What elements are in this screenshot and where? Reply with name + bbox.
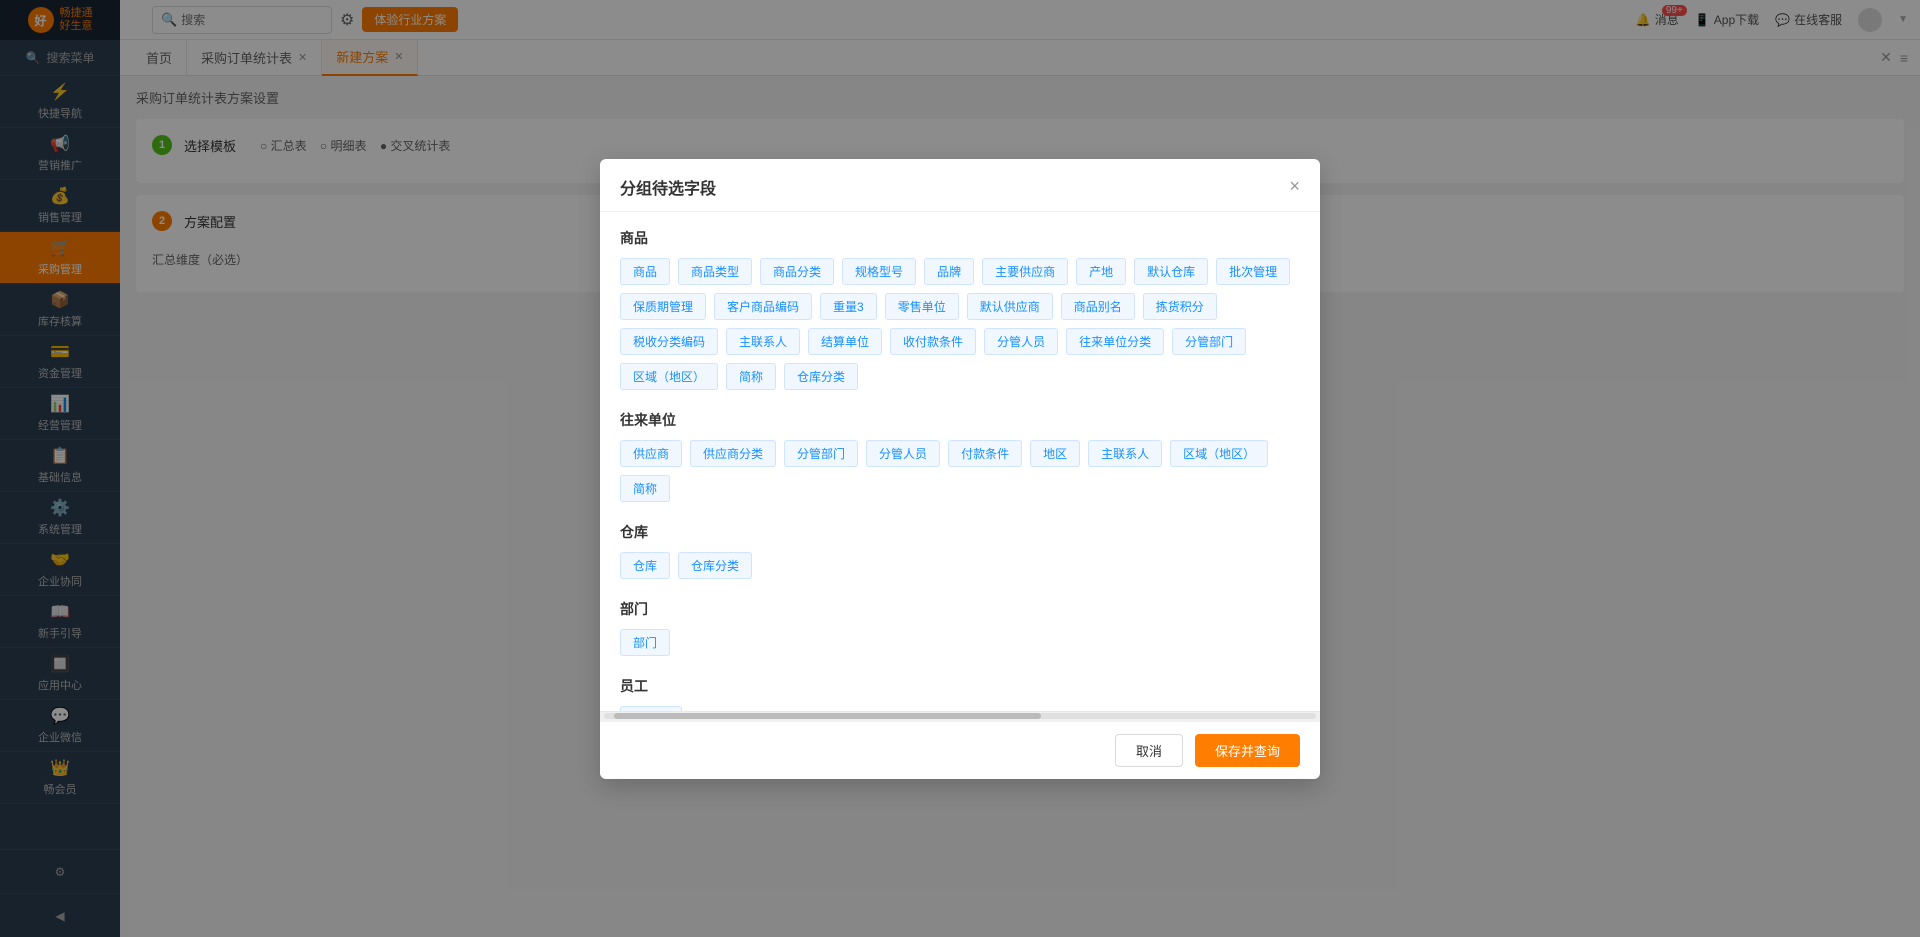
field-tag[interactable]: 主联系人 xyxy=(726,328,800,355)
field-tag[interactable]: 收付款条件 xyxy=(890,328,976,355)
field-tag[interactable]: 零售单位 xyxy=(885,293,959,320)
field-tag[interactable]: 仓库分类 xyxy=(678,552,752,579)
field-tag[interactable]: 商品分类 xyxy=(760,258,834,285)
field-tag[interactable]: 区域（地区） xyxy=(620,363,718,390)
section-partner-tags: 供应商 供应商分类 分管部门 分管人员 付款条件 地区 主联系人 区域（地区） … xyxy=(620,440,1300,502)
field-tag[interactable]: 产地 xyxy=(1076,258,1126,285)
field-tag[interactable]: 主要供应商 xyxy=(982,258,1068,285)
field-tag[interactable]: 地区 xyxy=(1030,440,1080,467)
section-department-title: 部门 xyxy=(620,599,1300,619)
field-tag[interactable]: 分管人员 xyxy=(866,440,940,467)
field-tag[interactable]: 简称 xyxy=(726,363,776,390)
field-tag[interactable]: 默认供应商 xyxy=(967,293,1053,320)
modal-header: 分组待选字段 × xyxy=(600,159,1320,212)
field-tag[interactable]: 税收分类编码 xyxy=(620,328,718,355)
modal-overlay: 分组待选字段 × 商品 商品 商品类型 商品分类 规格型号 品牌 主要供应商 产… xyxy=(0,0,1920,937)
field-tag[interactable]: 简称 xyxy=(620,475,670,502)
field-tag[interactable]: 主联系人 xyxy=(1088,440,1162,467)
field-tag[interactable]: 仓库 xyxy=(620,552,670,579)
field-tag[interactable]: 商品别名 xyxy=(1061,293,1135,320)
confirm-button[interactable]: 保存并查询 xyxy=(1195,734,1300,767)
modal-close-btn[interactable]: × xyxy=(1289,176,1300,197)
section-staff-title: 员工 xyxy=(620,676,1300,696)
scrollbar-thumb[interactable] xyxy=(614,713,1041,719)
field-tag[interactable]: 付款条件 xyxy=(948,440,1022,467)
field-tag[interactable]: 客户商品编码 xyxy=(714,293,812,320)
field-tag[interactable]: 区域（地区） xyxy=(1170,440,1268,467)
modal-body[interactable]: 商品 商品 商品类型 商品分类 规格型号 品牌 主要供应商 产地 默认仓库 批次… xyxy=(600,212,1320,712)
field-tag[interactable]: 商品类型 xyxy=(678,258,752,285)
field-tag[interactable]: 规格型号 xyxy=(842,258,916,285)
section-goods-tags: 商品 商品类型 商品分类 规格型号 品牌 主要供应商 产地 默认仓库 批次管理 … xyxy=(620,258,1300,390)
section-partner: 往来单位 供应商 供应商分类 分管部门 分管人员 付款条件 地区 主联系人 区域… xyxy=(620,410,1300,502)
field-tag[interactable]: 分管部门 xyxy=(1172,328,1246,355)
cancel-button[interactable]: 取消 xyxy=(1115,734,1183,767)
field-tag[interactable]: 拣货积分 xyxy=(1143,293,1217,320)
section-department-tags: 部门 xyxy=(620,629,1300,656)
field-tag[interactable]: 重量3 xyxy=(820,293,877,320)
field-tag[interactable]: 保质期管理 xyxy=(620,293,706,320)
section-warehouse-tags: 仓库 仓库分类 xyxy=(620,552,1300,579)
section-staff: 员工 业务员 xyxy=(620,676,1300,712)
field-tag[interactable]: 分管部门 xyxy=(784,440,858,467)
field-tag[interactable]: 批次管理 xyxy=(1216,258,1290,285)
modal-dialog: 分组待选字段 × 商品 商品 商品类型 商品分类 规格型号 品牌 主要供应商 产… xyxy=(600,159,1320,779)
modal-horizontal-scrollbar[interactable] xyxy=(600,711,1320,720)
field-tag[interactable]: 品牌 xyxy=(924,258,974,285)
section-warehouse: 仓库 仓库 仓库分类 xyxy=(620,522,1300,579)
section-warehouse-title: 仓库 xyxy=(620,522,1300,542)
field-tag[interactable]: 结算单位 xyxy=(808,328,882,355)
modal-title: 分组待选字段 xyxy=(620,175,716,199)
scrollbar-track xyxy=(604,713,1316,719)
section-goods-title: 商品 xyxy=(620,228,1300,248)
field-tag[interactable]: 商品 xyxy=(620,258,670,285)
field-tag[interactable]: 供应商 xyxy=(620,440,682,467)
field-tag[interactable]: 部门 xyxy=(620,629,670,656)
field-tag[interactable]: 往来单位分类 xyxy=(1066,328,1164,355)
field-tag[interactable]: 仓库分类 xyxy=(784,363,858,390)
section-partner-title: 往来单位 xyxy=(620,410,1300,430)
modal-footer: 取消 保存并查询 xyxy=(600,721,1320,779)
section-department: 部门 部门 xyxy=(620,599,1300,656)
field-tag[interactable]: 供应商分类 xyxy=(690,440,776,467)
field-tag[interactable]: 默认仓库 xyxy=(1134,258,1208,285)
field-tag[interactable]: 分管人员 xyxy=(984,328,1058,355)
section-goods: 商品 商品 商品类型 商品分类 规格型号 品牌 主要供应商 产地 默认仓库 批次… xyxy=(620,228,1300,390)
